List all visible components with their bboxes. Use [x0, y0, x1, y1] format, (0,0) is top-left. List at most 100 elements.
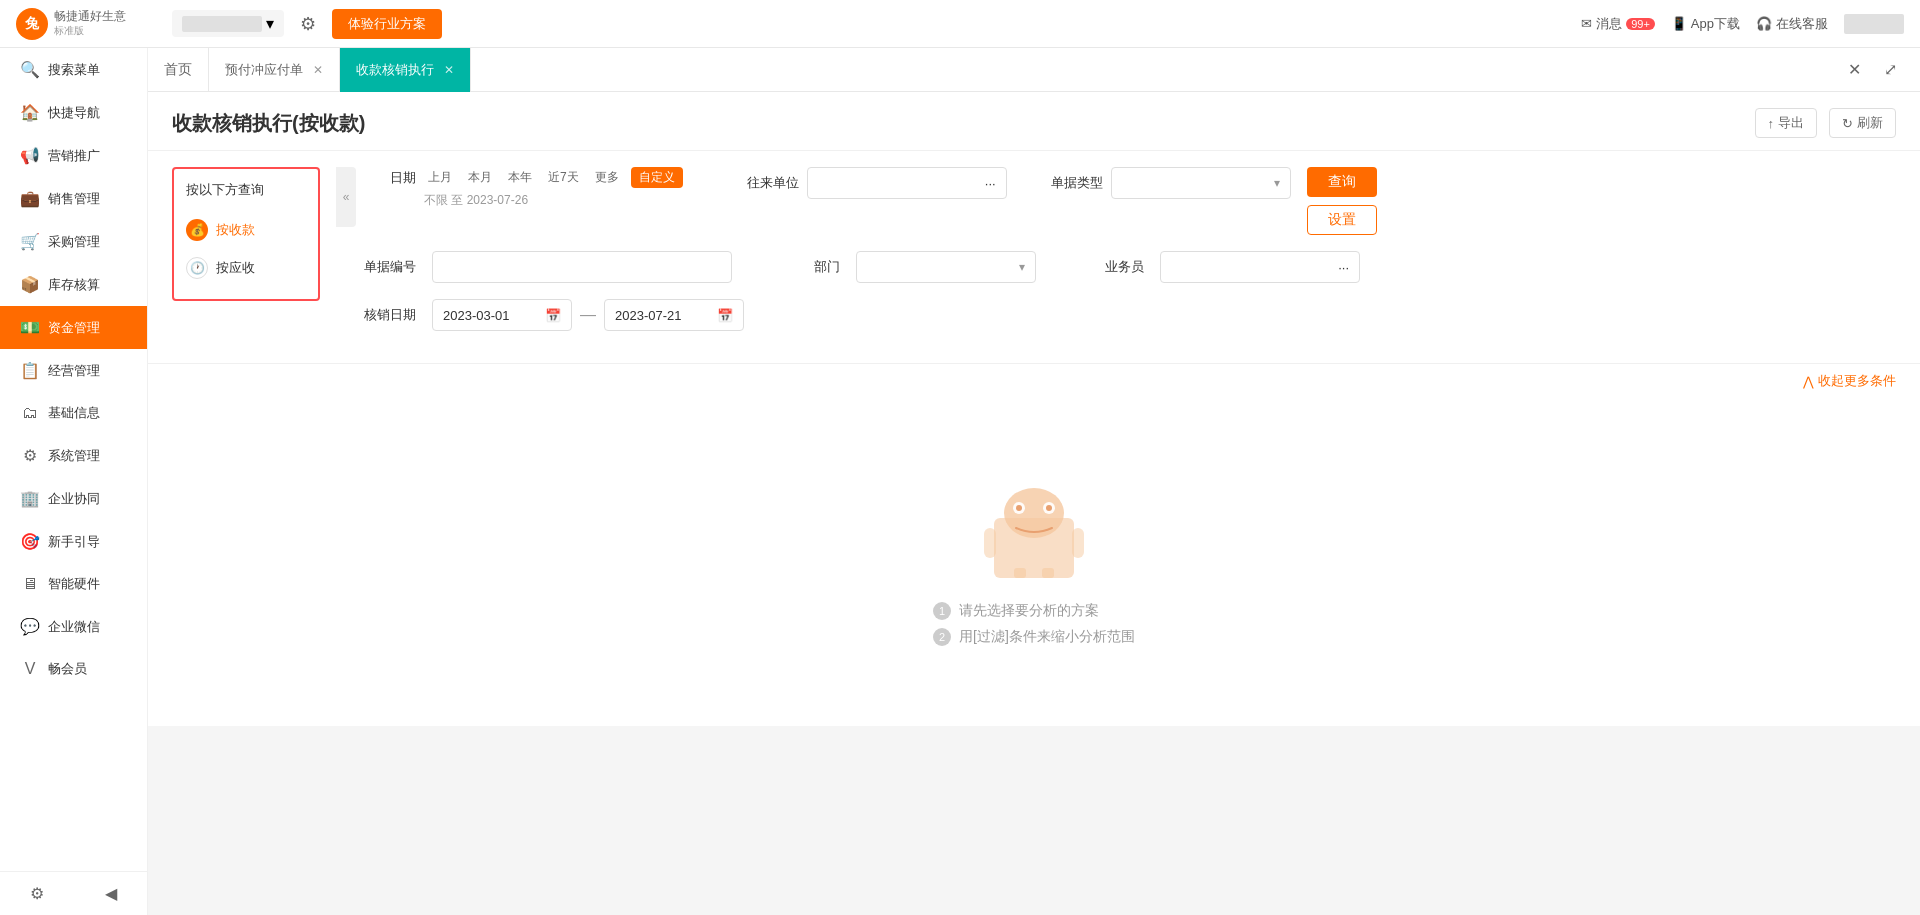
collection-icon: 💰: [186, 219, 208, 241]
tab-close-window-icon[interactable]: ✕: [1840, 56, 1868, 84]
empty-illustration: [974, 478, 1094, 578]
tab-collection[interactable]: 收款核销执行 ✕: [340, 48, 471, 92]
sidebar-item-member[interactable]: V 畅会员: [0, 648, 147, 690]
svg-point-5: [1046, 505, 1052, 511]
layout: 🔍 搜索菜单 🏠 快捷导航 📢 营销推广 💼 销售管理 🛒 采购管理 📦 库存核…: [0, 0, 1920, 915]
sidebar-item-marketing[interactable]: 📢 营销推广: [0, 134, 147, 177]
top-header: 兔 畅捷通好生意 标准版 ▾ ⚙ 体验行业方案 ✉ 消息 99+ 📱 App下载…: [0, 0, 1920, 48]
chevron-down-dept-icon: ▾: [1019, 260, 1025, 274]
verify-date-label: 核销日期: [356, 306, 416, 324]
shortcut-custom[interactable]: 自定义: [631, 167, 683, 188]
company-name: [182, 16, 262, 32]
main-content: 首页 预付冲应付单 ✕ 收款核销执行 ✕ ✕ ⤢ 收款核销执行(按收款): [148, 48, 1920, 915]
dept-select[interactable]: ▾: [856, 251, 1036, 283]
filter-option-by-receivable[interactable]: 🕐 按应收: [186, 249, 306, 287]
staff-input[interactable]: ···: [1160, 251, 1360, 283]
filter-form: 日期 上月 本月 本年 近7天 更多 自定义: [356, 167, 1920, 347]
panel-collapse-button[interactable]: «: [336, 167, 356, 227]
date-sub-label: 不限 至 2023-07-26: [424, 192, 528, 209]
tab-actions: ✕ ⤢: [1840, 56, 1920, 84]
shortcut-this-month[interactable]: 本月: [464, 167, 496, 188]
sidebar-label-hardware: 智能硬件: [48, 575, 100, 593]
bill-type-select[interactable]: ▾: [1111, 167, 1291, 199]
system-icon: ⚙: [20, 446, 40, 465]
wechat-icon: 💬: [20, 617, 40, 636]
page-header-actions: ↑ 导出 ↻ 刷新: [1755, 108, 1897, 138]
user-avatar[interactable]: [1844, 14, 1904, 34]
hint-num-2: 2: [933, 628, 951, 646]
company-selector[interactable]: ▾: [172, 10, 284, 37]
solution-button[interactable]: 体验行业方案: [332, 9, 442, 39]
footer-settings-button[interactable]: ⚙: [30, 884, 44, 903]
member-icon: V: [20, 660, 40, 678]
sidebar-label-marketing: 营销推广: [48, 147, 100, 165]
header-left: 兔 畅捷通好生意 标准版 ▾ ⚙ 体验行业方案: [16, 8, 1581, 40]
sidebar-item-hardware[interactable]: 🖥 智能硬件: [0, 563, 147, 605]
app-name: 畅捷通好生意: [54, 9, 126, 23]
tab-home[interactable]: 首页: [148, 48, 209, 92]
verify-date-start-input[interactable]: 2023-03-01 📅: [432, 299, 572, 331]
action-buttons: 查询 设置: [1307, 167, 1377, 235]
operations-icon: 📋: [20, 361, 40, 380]
empty-hints: 1 请先选择要分析的方案 2 用[过滤]条件来缩小分析范围: [933, 602, 1135, 646]
verify-date-end-input[interactable]: 2023-07-21 📅: [604, 299, 744, 331]
export-label: 导出: [1778, 114, 1804, 132]
app-download-action[interactable]: 📱 App下载: [1671, 15, 1740, 33]
collapse-more-label: 收起更多条件: [1818, 372, 1896, 390]
sidebar-label-wechat: 企业微信: [48, 618, 100, 636]
online-service-action[interactable]: 🎧 在线客服: [1756, 15, 1828, 33]
shortcut-last-month[interactable]: 上月: [424, 167, 456, 188]
tab-bar: 首页 预付冲应付单 ✕ 收款核销执行 ✕ ✕ ⤢: [148, 48, 1920, 92]
sidebar-item-guide[interactable]: 🎯 新手引导: [0, 520, 147, 563]
settings-button[interactable]: 设置: [1307, 205, 1377, 235]
empty-hint-1: 1 请先选择要分析的方案: [933, 602, 1135, 620]
sidebar-item-purchase[interactable]: 🛒 采购管理: [0, 220, 147, 263]
sidebar-item-operations[interactable]: 📋 经营管理: [0, 349, 147, 392]
sidebar-item-search[interactable]: 🔍 搜索菜单: [0, 48, 147, 91]
sidebar-label-search: 搜索菜单: [48, 61, 100, 79]
tab-prepay-label: 预付冲应付单: [225, 61, 303, 79]
refresh-button[interactable]: ↻ 刷新: [1829, 108, 1896, 138]
shortcut-this-year[interactable]: 本年: [504, 167, 536, 188]
shortcut-more[interactable]: 更多: [591, 167, 623, 188]
sales-icon: 💼: [20, 189, 40, 208]
query-button[interactable]: 查询: [1307, 167, 1377, 197]
calendar-start-icon: 📅: [545, 308, 561, 323]
bill-type-label: 单据类型: [1043, 174, 1103, 192]
message-label: 消息: [1596, 15, 1622, 33]
tab-collection-close-icon[interactable]: ✕: [444, 63, 454, 77]
bill-no-input[interactable]: [432, 251, 732, 283]
sidebar-label-purchase: 采购管理: [48, 233, 100, 251]
tab-prepay[interactable]: 预付冲应付单 ✕: [209, 48, 340, 92]
sidebar-item-inventory[interactable]: 📦 库存核算: [0, 263, 147, 306]
message-icon: ✉: [1581, 16, 1592, 31]
filter-panel: 按以下方查询 💰 按收款 🕐 按应收: [172, 167, 320, 301]
sidebar-item-wechat[interactable]: 💬 企业微信: [0, 605, 147, 648]
settings-icon[interactable]: ⚙: [292, 8, 324, 40]
footer-collapse-button[interactable]: ◀: [105, 884, 117, 903]
empty-hint-2: 2 用[过滤]条件来缩小分析范围: [933, 628, 1135, 646]
receivable-icon: 🕐: [186, 257, 208, 279]
sidebar-item-system[interactable]: ⚙ 系统管理: [0, 434, 147, 477]
partner-input[interactable]: ···: [807, 167, 1007, 199]
sidebar-item-sales[interactable]: 💼 销售管理: [0, 177, 147, 220]
filter-option-by-collection[interactable]: 💰 按收款: [186, 211, 306, 249]
export-button[interactable]: ↑ 导出: [1755, 108, 1818, 138]
tab-prepay-close-icon[interactable]: ✕: [313, 63, 323, 77]
sidebar-item-basic[interactable]: 🗂 基础信息: [0, 392, 147, 434]
svg-rect-6: [984, 528, 996, 558]
collapse-more-bar[interactable]: ⋀ 收起更多条件: [148, 363, 1920, 398]
empty-state: 1 请先选择要分析的方案 2 用[过滤]条件来缩小分析范围: [148, 398, 1920, 726]
guide-icon: 🎯: [20, 532, 40, 551]
tab-expand-icon[interactable]: ⤢: [1876, 56, 1904, 84]
svg-rect-9: [1042, 568, 1054, 578]
sidebar-footer: ⚙ ◀: [0, 871, 147, 915]
filter-layout: 按以下方查询 💰 按收款 🕐 按应收 «: [148, 151, 1920, 363]
sidebar-item-finance[interactable]: 💵 资金管理: [0, 306, 147, 349]
sidebar-item-shortcut[interactable]: 🏠 快捷导航: [0, 91, 147, 134]
export-icon: ↑: [1768, 116, 1775, 131]
shortcut-7days[interactable]: 近7天: [544, 167, 583, 188]
sidebar-item-enterprise[interactable]: 🏢 企业协同: [0, 477, 147, 520]
message-action[interactable]: ✉ 消息 99+: [1581, 15, 1655, 33]
filter-row-2: 单据编号 部门 ▾ 业务员 ···: [356, 251, 1896, 283]
